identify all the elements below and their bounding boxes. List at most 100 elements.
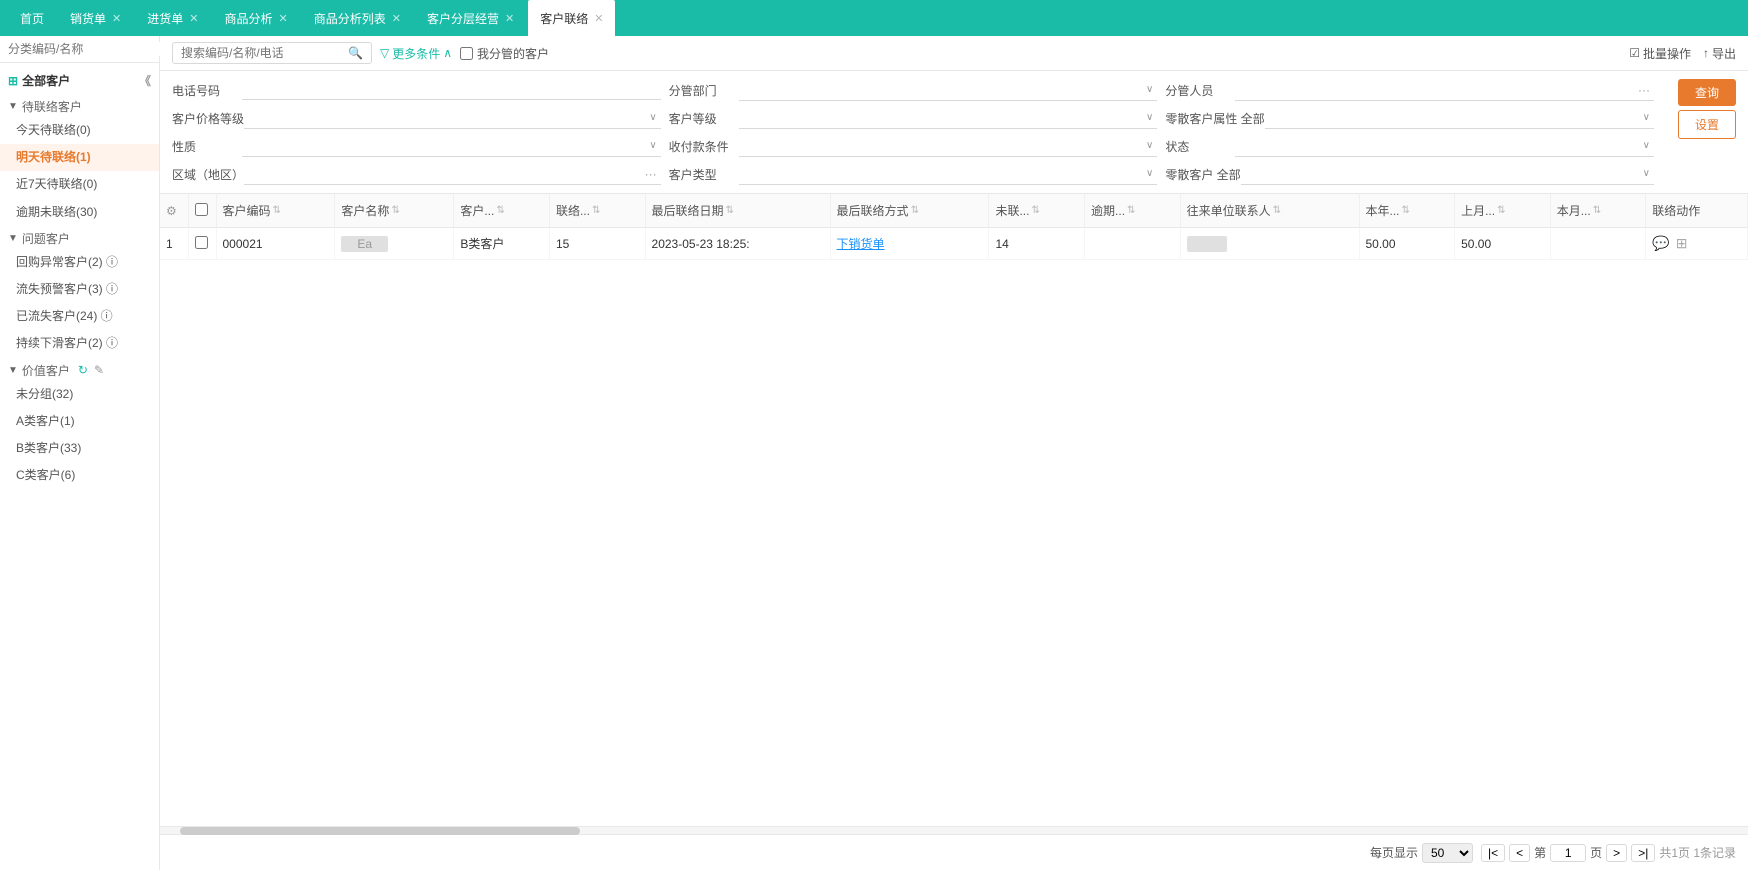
sort-icon-person[interactable]: ⇅ xyxy=(1273,205,1281,216)
group-problem-customers[interactable]: ▼ 问题客户 xyxy=(0,226,159,249)
last-page-button[interactable]: >| xyxy=(1631,844,1655,862)
sidebar-item-repurchase-abnormal[interactable]: 回购异常客户(2) ⓘ xyxy=(0,249,159,276)
col-checkbox[interactable] xyxy=(188,194,216,228)
nav-customer-contact[interactable]: 客户联络 ✕ xyxy=(528,0,615,36)
chevron-down-icon-9: ∨ xyxy=(1643,168,1650,179)
last-contact-link[interactable]: 下销货单 xyxy=(837,237,885,251)
sidebar-item-ungrouped[interactable]: 未分组(32) xyxy=(0,381,159,408)
nav-home[interactable]: 首页 xyxy=(8,0,56,36)
filter-retail-attr: 零散客户属性 全部 ∨ xyxy=(1165,107,1654,129)
close-product-analysis-icon[interactable]: ✕ xyxy=(279,12,288,25)
collapse-icon[interactable]: 《 xyxy=(139,72,151,89)
sidebar-item-churned[interactable]: 已流失客户(24) ⓘ xyxy=(0,303,159,330)
sort-icon-contact[interactable]: ⇅ xyxy=(592,205,600,216)
toolbar-right: ☑ 批量操作 ↑ 导出 xyxy=(1629,45,1736,62)
nav-sales-order[interactable]: 销货单 ✕ xyxy=(58,0,133,36)
col-this-year: 本年... ⇅ xyxy=(1359,194,1455,228)
payment-terms-select[interactable]: ∨ xyxy=(739,135,1158,157)
price-level-select[interactable]: ∨ xyxy=(244,107,661,129)
sort-icon-last-month[interactable]: ⇅ xyxy=(1497,205,1505,216)
more-conditions-toggle[interactable]: ▽ 更多条件 ∧ xyxy=(380,45,452,62)
refresh-icon[interactable]: ↻ xyxy=(78,363,88,377)
next-page-button[interactable]: > xyxy=(1606,844,1627,862)
nature-select[interactable]: ∨ xyxy=(242,135,661,157)
group-pending-contact[interactable]: ▼ 待联络客户 xyxy=(0,94,159,117)
prev-page-button[interactable]: < xyxy=(1509,844,1530,862)
close-customer-contact-icon[interactable]: ✕ xyxy=(594,12,603,25)
row-select-checkbox[interactable] xyxy=(195,236,208,249)
nav-product-analysis[interactable]: 商品分析 ✕ xyxy=(212,0,299,36)
nav-customer-tier[interactable]: 客户分层经营 ✕ xyxy=(415,0,526,36)
query-button[interactable]: 查询 xyxy=(1678,79,1736,106)
col-name: 客户名称 ⇅ xyxy=(335,194,454,228)
customer-level-select[interactable]: ∨ xyxy=(739,107,1158,129)
settings-icon[interactable]: ⚙ xyxy=(166,204,177,218)
filter-panel: 电话号码 分管部门 ∨ 分管人员 ··· xyxy=(160,71,1748,194)
sidebar-item-class-b[interactable]: B类客户(33) xyxy=(0,435,159,462)
grid-action-icon[interactable]: ⊞ xyxy=(1676,235,1688,252)
my-customers-checkbox[interactable]: 我分管的客户 xyxy=(460,45,549,62)
edit-icon[interactable]: ✎ xyxy=(94,363,104,377)
sidebar-item-today-contact[interactable]: 今天待联络(0) xyxy=(0,117,159,144)
region-select[interactable]: ··· xyxy=(244,163,661,185)
first-page-button[interactable]: |< xyxy=(1481,844,1505,862)
sidebar-item-class-c[interactable]: C类客户(6) xyxy=(0,462,159,489)
per-page-select[interactable]: 50 20 100 xyxy=(1422,843,1473,863)
chevron-down-icon: ∨ xyxy=(1146,84,1153,95)
sidebar-item-7day-contact[interactable]: 近7天待联络(0) xyxy=(0,171,159,198)
nav-product-analysis-list[interactable]: 商品分析列表 ✕ xyxy=(302,0,413,36)
sort-icon[interactable]: ⇅ xyxy=(273,205,281,216)
group-value-customers[interactable]: ▼ 价值客户 ↻ ✎ xyxy=(0,358,159,381)
filter-price-level: 客户价格等级 ∨ xyxy=(172,107,661,129)
chevron-down-icon-8: ∨ xyxy=(1146,168,1153,179)
nav-purchase-order[interactable]: 进货单 ✕ xyxy=(135,0,210,36)
status-select[interactable]: ∨ xyxy=(1235,135,1654,157)
batch-op-button[interactable]: ☑ 批量操作 xyxy=(1629,45,1691,62)
select-all-checkbox[interactable] xyxy=(195,203,208,216)
horizontal-scrollbar[interactable] xyxy=(160,826,1748,834)
toolbar-search-box[interactable]: 🔍 xyxy=(172,42,372,64)
sort-icon-method[interactable]: ⇅ xyxy=(911,205,919,216)
sort-icon-type[interactable]: ⇅ xyxy=(496,205,504,216)
row-uncontacted: 14 xyxy=(989,228,1085,260)
sidebar-item-overdue-contact[interactable]: 逾期未联络(30) xyxy=(0,199,159,226)
comment-action-icon[interactable]: 💬 xyxy=(1652,235,1669,252)
sort-icon-date[interactable]: ⇅ xyxy=(726,205,734,216)
sidebar-item-class-a[interactable]: A类客户(1) xyxy=(0,408,159,435)
sidebar-item-declining[interactable]: 持续下滑客户(2) ⓘ xyxy=(0,330,159,357)
filter-dept: 分管部门 ∨ xyxy=(669,79,1158,101)
page-number-input[interactable] xyxy=(1550,844,1586,862)
sort-icon-overdue[interactable]: ⇅ xyxy=(1127,205,1135,216)
sort-icon-name[interactable]: ⇅ xyxy=(391,205,399,216)
scroll-thumb[interactable] xyxy=(180,827,580,835)
close-customer-tier-icon[interactable]: ✕ xyxy=(505,12,514,25)
sort-icon-uncontacted[interactable]: ⇅ xyxy=(1031,205,1039,216)
sidebar-search-input[interactable] xyxy=(8,42,163,56)
col-settings[interactable]: ⚙ xyxy=(160,194,188,228)
all-customers-header[interactable]: ⊞ 全部客户 《 xyxy=(0,67,159,94)
chevron-down-icon-3: ∨ xyxy=(1146,112,1153,123)
sort-icon-this-year[interactable]: ⇅ xyxy=(1402,205,1410,216)
my-customers-check[interactable] xyxy=(460,47,473,60)
phone-input[interactable] xyxy=(242,81,661,100)
customers-table: ⚙ 客户编码 ⇅ 客户名称 xyxy=(160,194,1748,260)
close-sales-order-icon[interactable]: ✕ xyxy=(112,12,121,25)
sidebar-search-bar[interactable]: 🔍 xyxy=(0,36,159,63)
sidebar: 🔍 ⊞ 全部客户 《 ▼ 待联络客户 今天待联络(0) 明天待联络(1) 近7天… xyxy=(0,36,160,870)
row-checkbox[interactable] xyxy=(188,228,216,260)
sort-icon-this-month[interactable]: ⇅ xyxy=(1593,205,1601,216)
row-last-contact-method[interactable]: 下销货单 xyxy=(830,228,989,260)
toolbar-search-icon[interactable]: 🔍 xyxy=(348,46,363,60)
retail-attr-select[interactable]: ∨ xyxy=(1265,107,1654,129)
person-select[interactable]: ··· xyxy=(1235,79,1654,101)
close-product-analysis-list-icon[interactable]: ✕ xyxy=(392,12,401,25)
settings-button[interactable]: 设置 xyxy=(1678,110,1736,139)
close-purchase-order-icon[interactable]: ✕ xyxy=(189,12,198,25)
retail-customer-select[interactable]: ∨ xyxy=(1241,163,1654,185)
sidebar-item-tomorrow-contact[interactable]: 明天待联络(1) xyxy=(0,144,159,171)
customer-type-select[interactable]: ∨ xyxy=(739,163,1158,185)
export-button[interactable]: ↑ 导出 xyxy=(1703,45,1736,62)
toolbar-search-input[interactable] xyxy=(181,46,344,60)
sidebar-item-churn-warning[interactable]: 流失预警客户(3) ⓘ xyxy=(0,276,159,303)
dept-select[interactable]: ∨ xyxy=(739,79,1158,101)
